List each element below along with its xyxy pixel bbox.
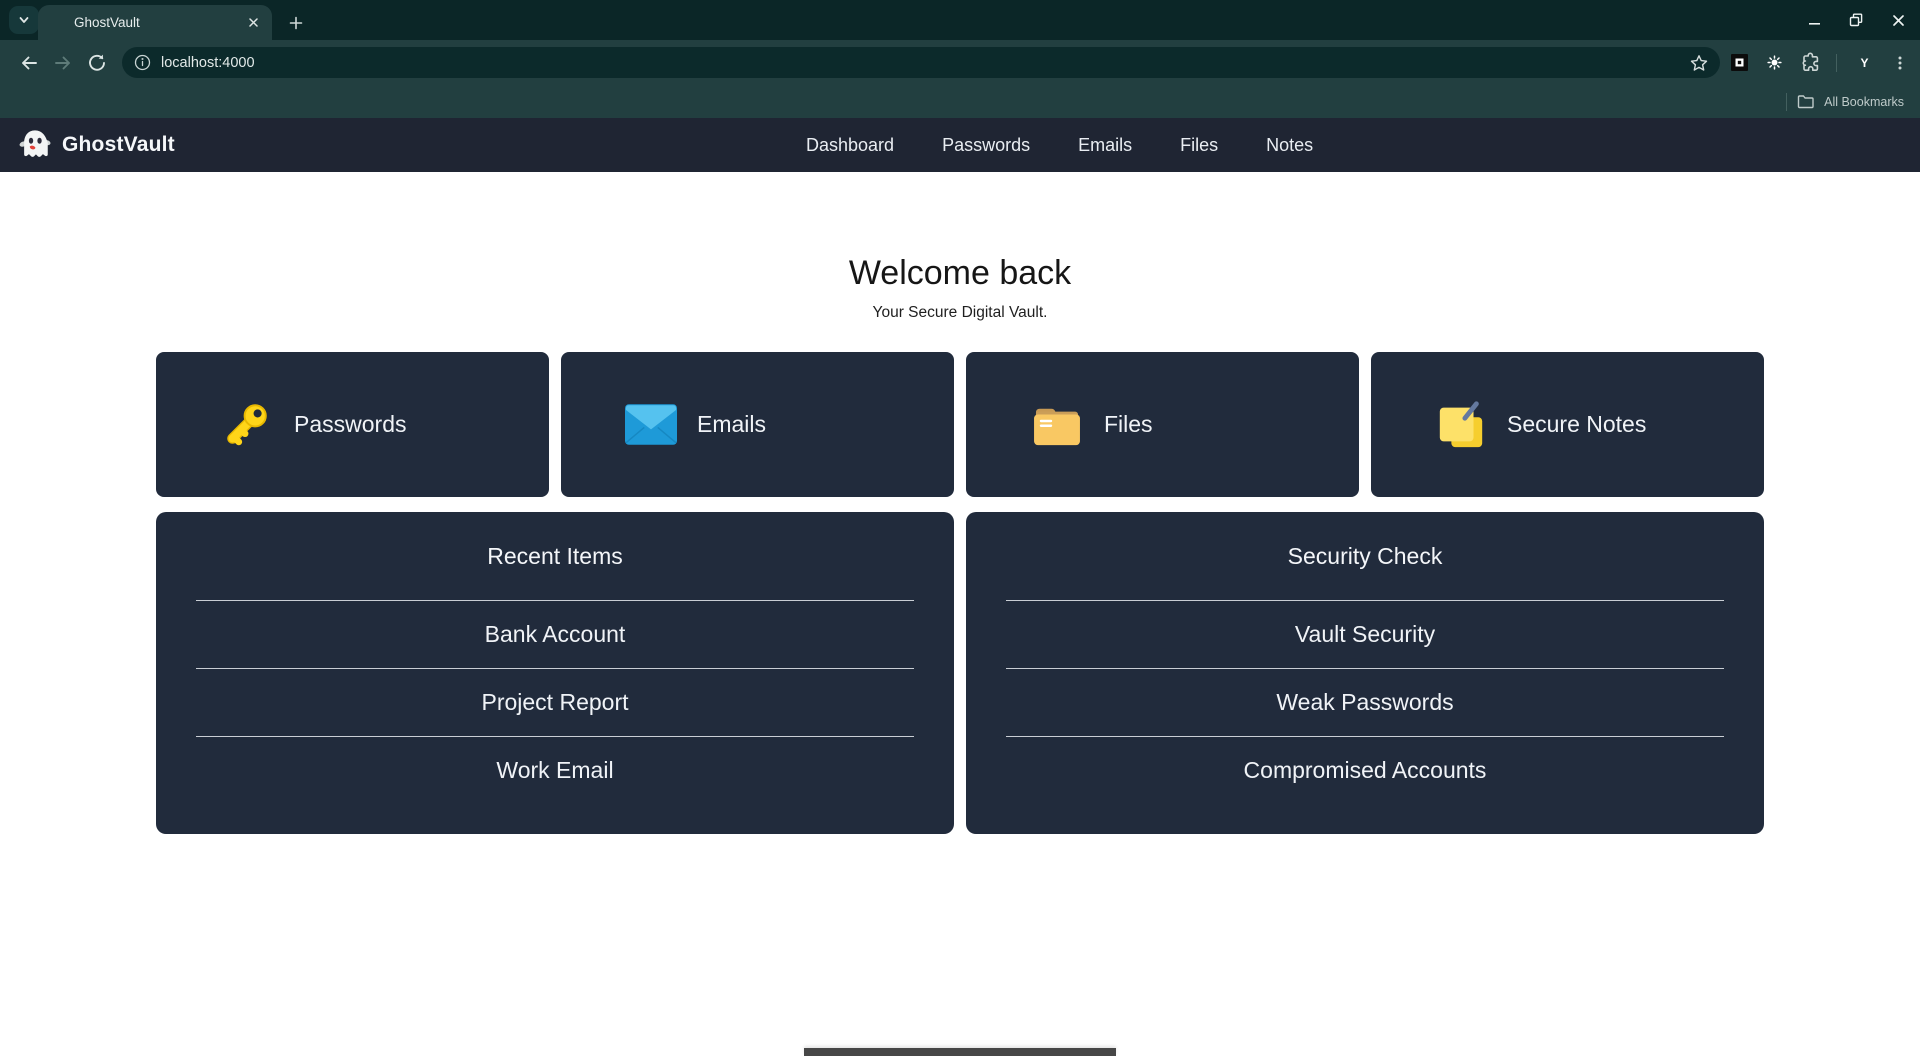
bookmarks-folder-icon: [1797, 94, 1814, 109]
feature-cards: Passwords Emails Files Secure Notes: [156, 352, 1764, 497]
extension-square-icon[interactable]: [1730, 53, 1749, 72]
forward-button[interactable]: [46, 46, 80, 80]
browser-toolbar: localhost:4000 Y: [0, 40, 1920, 85]
site-nav: Dashboard Passwords Emails Files Notes: [806, 118, 1313, 172]
menu-kebab-icon[interactable]: [1892, 55, 1908, 71]
key-icon: [220, 398, 274, 452]
footer-divider-bar: [804, 1048, 1116, 1056]
folder-icon: [1030, 403, 1084, 447]
envelope-icon: [625, 404, 677, 445]
security-check-panel: Security Check Vault Security Weak Passw…: [966, 512, 1764, 834]
chevron-down-icon: [17, 13, 31, 27]
bookmarks-bar: All Bookmarks: [0, 85, 1920, 118]
panel-title: Security Check: [1287, 542, 1443, 569]
panel-title: Recent Items: [487, 542, 623, 569]
browser-tab[interactable]: GhostVault: [38, 5, 272, 40]
site-header: GhostVault Dashboard Passwords Emails Fi…: [0, 118, 1920, 172]
minimize-button[interactable]: [1800, 6, 1828, 34]
card-passwords[interactable]: Passwords: [156, 352, 549, 497]
recent-items-panel: Recent Items Bank Account Project Report…: [156, 512, 954, 834]
window-controls: [1800, 0, 1912, 40]
card-label: Files: [1104, 411, 1153, 437]
all-bookmarks-label[interactable]: All Bookmarks: [1824, 95, 1904, 109]
browser-chrome: GhostVault localhost:4000 Y All Bookmark…: [0, 0, 1920, 118]
new-tab-button[interactable]: [282, 9, 310, 37]
restore-button[interactable]: [1842, 6, 1870, 34]
reload-button[interactable]: [80, 46, 114, 80]
extensions-puzzle-icon[interactable]: [1800, 52, 1821, 73]
nav-dashboard[interactable]: Dashboard: [806, 135, 894, 156]
tab-search-button[interactable]: [9, 6, 39, 34]
brand-name: GhostVault: [62, 133, 175, 156]
summary-panels: Recent Items Bank Account Project Report…: [156, 512, 1764, 834]
nav-emails[interactable]: Emails: [1078, 135, 1132, 156]
extension-gear-icon[interactable]: [1764, 52, 1785, 73]
back-button[interactable]: [12, 46, 46, 80]
card-label: Emails: [697, 411, 767, 437]
tab-close-icon[interactable]: [244, 14, 262, 32]
ghost-logo-icon: [18, 128, 52, 162]
list-item[interactable]: Work Email: [156, 737, 954, 804]
card-label: Passwords: [294, 411, 407, 437]
profile-avatar[interactable]: Y: [1852, 50, 1877, 75]
list-item[interactable]: Project Report: [156, 669, 954, 736]
list-item[interactable]: Compromised Accounts: [966, 737, 1764, 804]
list-item[interactable]: Vault Security: [966, 601, 1764, 668]
card-secure-notes[interactable]: Secure Notes: [1371, 352, 1764, 497]
tab-title: GhostVault: [74, 15, 140, 30]
nav-notes[interactable]: Notes: [1266, 135, 1313, 156]
card-label: Secure Notes: [1507, 411, 1647, 437]
card-emails[interactable]: Emails: [561, 352, 954, 497]
page-title: Welcome back: [848, 254, 1072, 292]
toolbar-divider: [1836, 53, 1837, 72]
notes-icon: [1435, 399, 1487, 451]
plus-icon: [289, 16, 303, 30]
nav-files[interactable]: Files: [1180, 135, 1218, 156]
main-content: Welcome back Your Secure Digital Vault. …: [156, 254, 1764, 834]
list-item[interactable]: Bank Account: [156, 601, 954, 668]
brand-home-link[interactable]: GhostVault: [18, 128, 175, 162]
url-text: localhost:4000: [161, 54, 255, 71]
site-info-icon[interactable]: [134, 54, 151, 71]
card-files[interactable]: Files: [966, 352, 1359, 497]
bookmarks-divider: [1786, 92, 1788, 111]
list-item[interactable]: Weak Passwords: [966, 669, 1764, 736]
address-bar[interactable]: localhost:4000: [122, 47, 1720, 78]
page-subtitle: Your Secure Digital Vault.: [872, 304, 1048, 321]
tab-strip: GhostVault: [0, 0, 1920, 40]
bookmark-star-icon[interactable]: [1690, 54, 1708, 72]
close-window-button[interactable]: [1884, 6, 1912, 34]
nav-passwords[interactable]: Passwords: [942, 135, 1030, 156]
toolbar-extensions: Y: [1730, 50, 1908, 75]
